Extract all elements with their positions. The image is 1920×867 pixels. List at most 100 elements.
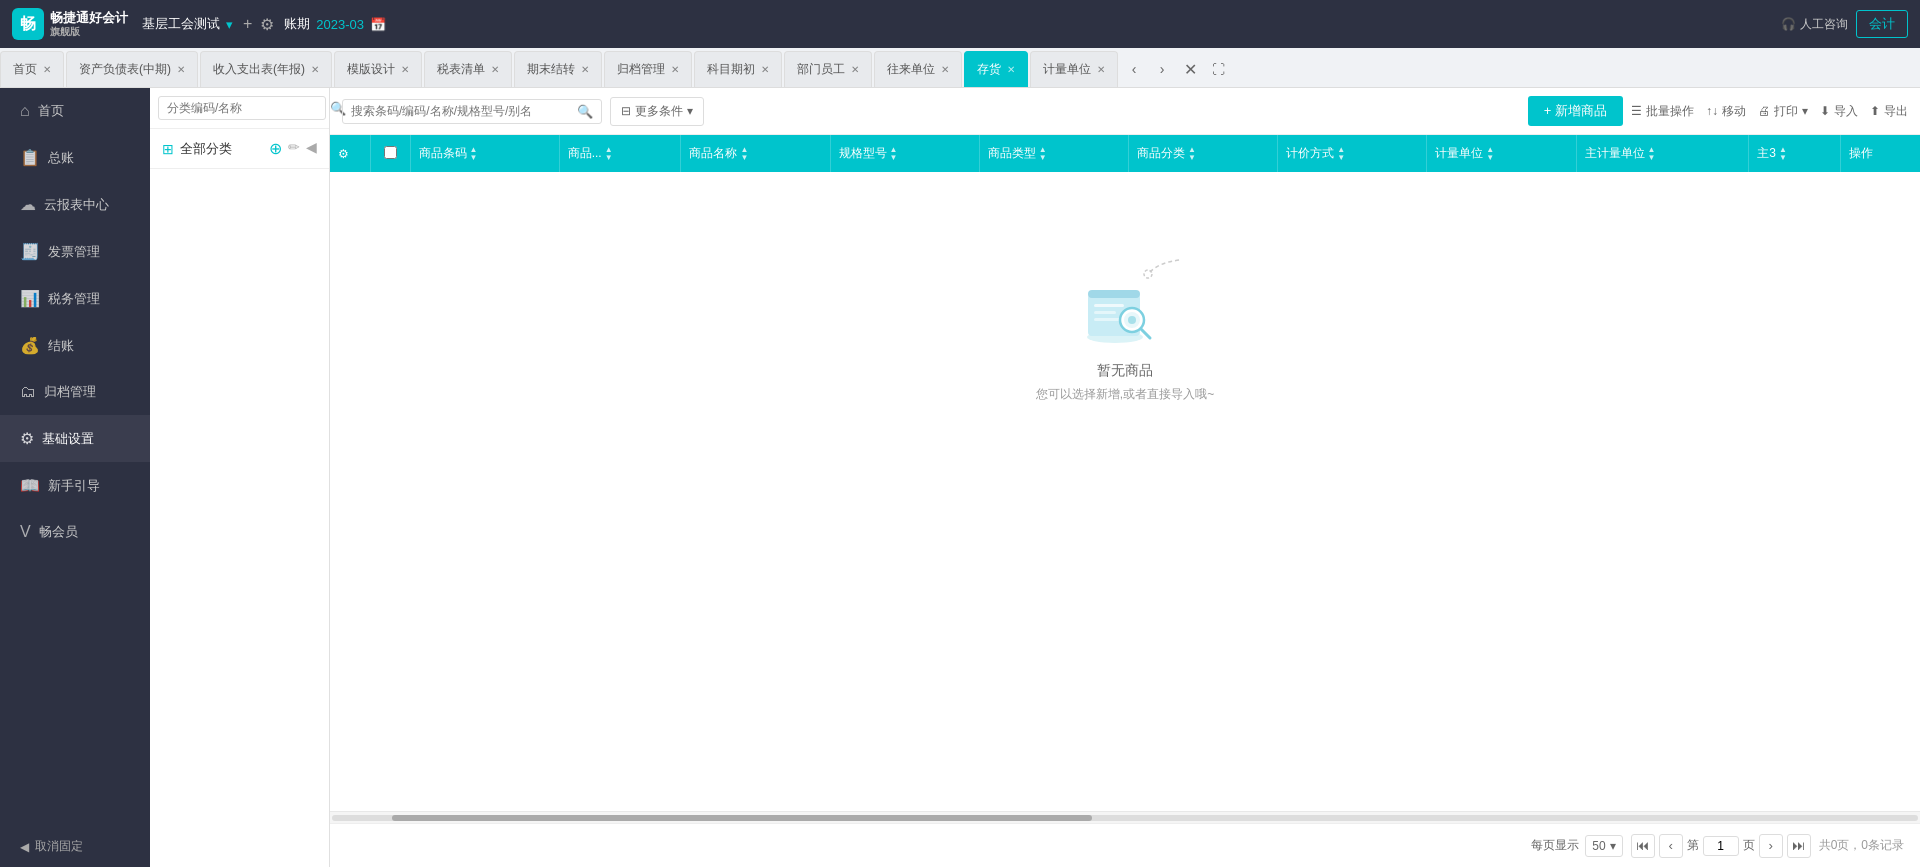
horizontal-scrollbar[interactable] — [330, 811, 1920, 823]
tab-close-icon[interactable]: ✕ — [177, 64, 185, 75]
category-panel: 🔍 ⊞ 全部分类 ⊕ ✏ ◀ — [150, 88, 330, 867]
th-settings[interactable]: ⚙ — [330, 135, 370, 172]
invoice-icon: 🧾 — [20, 242, 40, 261]
tab-prev-button[interactable]: ‹ — [1120, 51, 1148, 87]
filter-button[interactable]: ⊟ 更多条件 ▾ — [610, 97, 704, 126]
sidebar-label-ledger: 总账 — [48, 149, 74, 167]
tab-close-icon[interactable]: ✕ — [43, 64, 51, 75]
tab-close-icon[interactable]: ✕ — [671, 64, 679, 75]
edit-category-icon[interactable]: ✏ — [288, 139, 300, 158]
print-action-button[interactable]: 🖨 打印 ▾ — [1758, 103, 1808, 120]
tab-department[interactable]: 部门员工 ✕ — [784, 51, 872, 87]
tab-close-icon[interactable]: ✕ — [1097, 64, 1105, 75]
page-size-dropdown[interactable]: 50 ▾ — [1585, 835, 1622, 857]
all-category-label[interactable]: 全部分类 — [180, 140, 232, 158]
page-number-input[interactable] — [1703, 836, 1739, 856]
tab-archive[interactable]: 归档管理 ✕ — [604, 51, 692, 87]
sidebar-item-reports[interactable]: ☁ 云报表中心 — [0, 181, 150, 228]
th-price-method[interactable]: 计价方式 ▲▼ — [1278, 135, 1427, 172]
tab-close-icon[interactable]: ✕ — [941, 64, 949, 75]
tab-template[interactable]: 模版设计 ✕ — [334, 51, 422, 87]
product-search-input[interactable] — [351, 104, 571, 118]
tab-close-icon[interactable]: ✕ — [401, 64, 409, 75]
category-search-input[interactable] — [158, 96, 326, 120]
tab-expand-button[interactable]: ⛶ — [1204, 51, 1232, 87]
search-submit-icon[interactable]: 🔍 — [577, 104, 593, 119]
period-info: 账期 2023-03 📅 — [284, 15, 386, 33]
import-action-button[interactable]: ⬇ 导入 — [1820, 103, 1858, 120]
tab-close-icon[interactable]: ✕ — [851, 64, 859, 75]
th-barcode[interactable]: 商品条码 ▲▼ — [410, 135, 559, 172]
page-last-button[interactable]: ⏭ — [1787, 834, 1811, 858]
th-actions: 操作 — [1840, 135, 1920, 172]
add-category-icon[interactable]: ⊕ — [269, 139, 282, 158]
th-code[interactable]: 商品... ▲▼ — [559, 135, 681, 172]
account-button[interactable]: 会计 — [1856, 10, 1908, 38]
page-next-button[interactable]: › — [1759, 834, 1783, 858]
settings-icon[interactable]: ⚙ — [260, 15, 274, 34]
page-nav: ⏮ ‹ 第 页 › ⏭ — [1631, 834, 1811, 858]
th-unit[interactable]: 计量单位 ▲▼ — [1427, 135, 1576, 172]
page-first-button[interactable]: ⏮ — [1631, 834, 1655, 858]
sidebar-item-home[interactable]: ⌂ 首页 — [0, 88, 150, 134]
search-box: 🔍 — [342, 99, 602, 124]
sidebar-label-settings: 基础设置 — [42, 430, 94, 448]
sidebar-item-archive[interactable]: 🗂 归档管理 — [0, 369, 150, 415]
tab-subject-init[interactable]: 科目期初 ✕ — [694, 51, 782, 87]
tab-close-icon[interactable]: ✕ — [581, 64, 589, 75]
sort-arrows-category: ▲▼ — [1188, 146, 1196, 162]
calendar-icon[interactable]: 📅 — [370, 17, 386, 32]
th-checkbox[interactable] — [370, 135, 410, 172]
tab-period-close[interactable]: 期末结转 ✕ — [514, 51, 602, 87]
plus-icon[interactable]: + — [243, 15, 252, 33]
th-name[interactable]: 商品名称 ▲▼ — [681, 135, 830, 172]
tab-balance-sheet[interactable]: 资产负债表(中期) ✕ — [66, 51, 198, 87]
content-area: 🔍 ⊞ 全部分类 ⊕ ✏ ◀ 🔍 — [150, 88, 1920, 867]
th-col3[interactable]: 主3 ▲▼ — [1749, 135, 1841, 172]
sort-arrows-unit: ▲▼ — [1486, 146, 1494, 162]
th-category[interactable]: 商品分类 ▲▼ — [1128, 135, 1277, 172]
scrollbar-thumb[interactable] — [392, 815, 1092, 821]
home-icon: ⌂ — [20, 102, 30, 120]
dropdown-arrow-icon[interactable]: ▾ — [226, 17, 233, 32]
collapse-icon[interactable]: ◀ — [306, 139, 317, 158]
sidebar-item-settlement[interactable]: 💰 结账 — [0, 322, 150, 369]
th-spec[interactable]: 规格型号 ▲▼ — [830, 135, 979, 172]
batch-action-button[interactable]: ☰ 批量操作 — [1631, 103, 1694, 120]
customer-service-button[interactable]: 🎧 人工咨询 — [1781, 16, 1848, 33]
sidebar-item-member[interactable]: V 畅会员 — [0, 509, 150, 555]
chevron-down-icon: ▾ — [687, 104, 693, 118]
move-action-button[interactable]: ↑↓ 移动 — [1706, 103, 1746, 120]
tab-close-icon[interactable]: ✕ — [491, 64, 499, 75]
tab-inventory[interactable]: 存货 ✕ — [964, 51, 1028, 87]
tab-income-report[interactable]: 收入支出表(年报) ✕ — [200, 51, 332, 87]
sidebar-item-ledger[interactable]: 📋 总账 — [0, 134, 150, 181]
tab-tax-list[interactable]: 税表清单 ✕ — [424, 51, 512, 87]
tab-unit[interactable]: 计量单位 ✕ — [1030, 51, 1118, 87]
th-main-unit[interactable]: 主计量单位 ▲▼ — [1576, 135, 1749, 172]
tab-next-button[interactable]: › — [1148, 51, 1176, 87]
tab-close-all-button[interactable]: ✕ — [1176, 51, 1204, 87]
add-product-button[interactable]: + 新增商品 — [1528, 96, 1623, 126]
empty-state: 暂无商品 您可以选择新增,或者直接导入哦~ — [330, 172, 1920, 483]
tab-bar: 首页 ✕ 资产负债表(中期) ✕ 收入支出表(年报) ✕ 模版设计 ✕ 税表清单… — [0, 48, 1920, 88]
sidebar-item-tax[interactable]: 📊 税务管理 — [0, 275, 150, 322]
sidebar-item-guide[interactable]: 📖 新手引导 — [0, 462, 150, 509]
tab-close-icon[interactable]: ✕ — [1007, 64, 1015, 75]
tab-close-icon[interactable]: ✕ — [311, 64, 319, 75]
svg-rect-4 — [1094, 304, 1124, 307]
unpin-button[interactable]: ◀ 取消固定 — [0, 826, 150, 867]
page-total: 共0页，0条记录 — [1819, 837, 1904, 854]
tab-close-icon[interactable]: ✕ — [761, 64, 769, 75]
tab-contacts[interactable]: 往来单位 ✕ — [874, 51, 962, 87]
export-action-button[interactable]: ⬆ 导出 — [1870, 103, 1908, 120]
toolbar-right: ☰ 批量操作 ↑↓ 移动 🖨 打印 ▾ ⬇ — [1631, 103, 1908, 120]
sidebar-item-settings[interactable]: ⚙ 基础设置 — [0, 415, 150, 462]
page-prev-button[interactable]: ‹ — [1659, 834, 1683, 858]
th-type[interactable]: 商品类型 ▲▼ — [979, 135, 1128, 172]
sort-arrows-barcode: ▲▼ — [470, 146, 478, 162]
select-all-checkbox[interactable] — [384, 146, 397, 159]
sidebar-item-invoice[interactable]: 🧾 发票管理 — [0, 228, 150, 275]
tab-home[interactable]: 首页 ✕ — [0, 51, 64, 87]
scrollbar-track — [332, 815, 1918, 821]
